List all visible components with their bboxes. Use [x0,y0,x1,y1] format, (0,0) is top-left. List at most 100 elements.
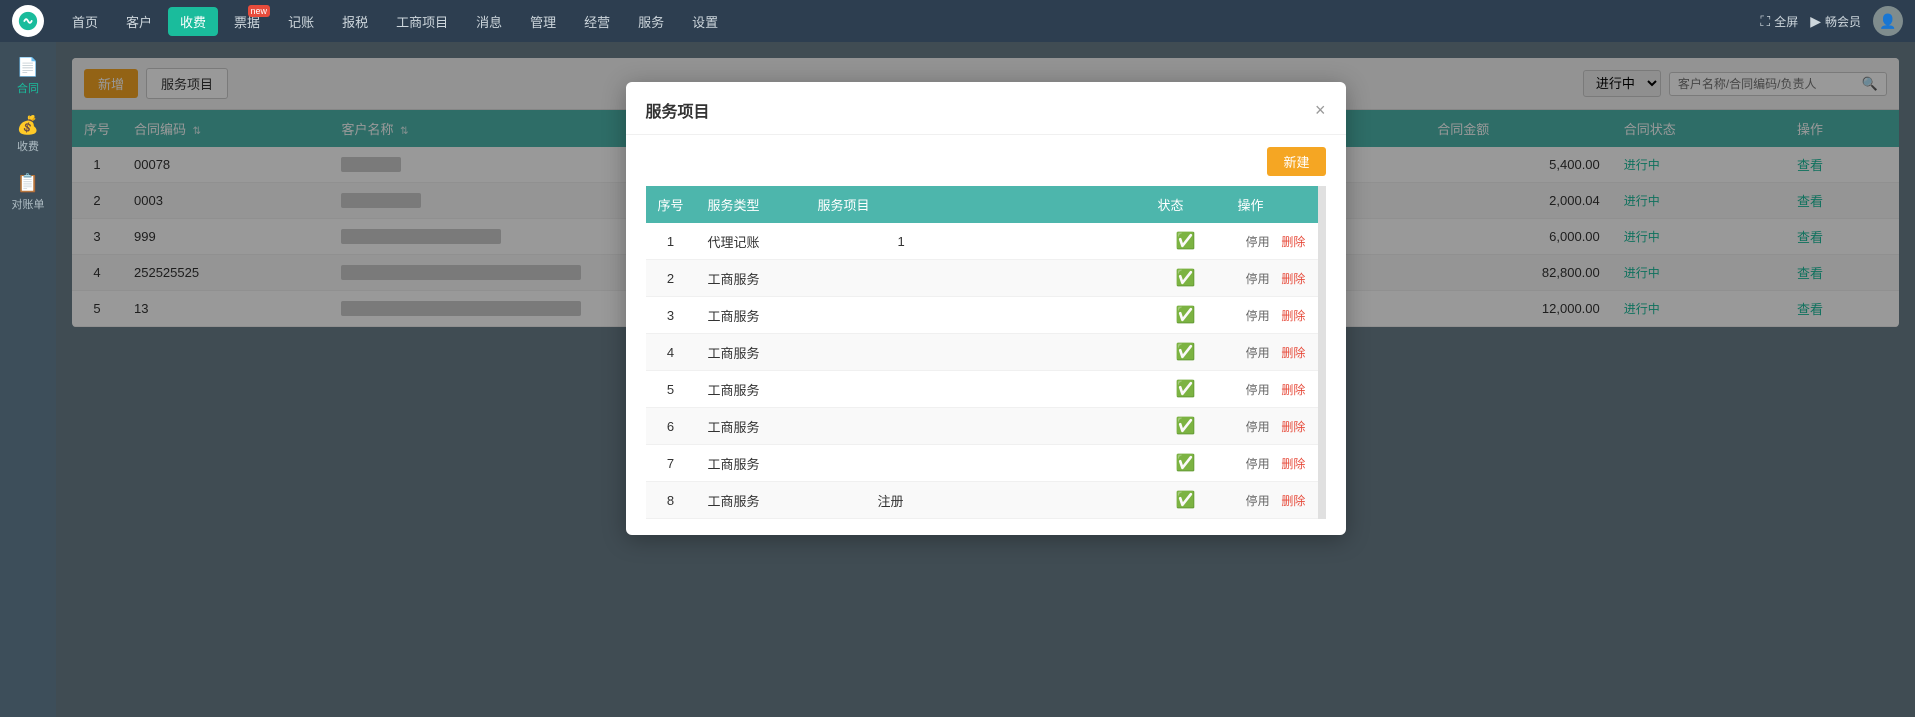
list-item: 3 工商服务 ✅ 停用 删除 [646,297,1326,334]
modal-cell-status: ✅ [1146,371,1226,408]
modal-cell-item [806,408,1146,445]
modal-cell-type: 工商服务 [696,334,806,371]
modal-cell-seq: 4 [646,334,696,371]
nav-invoice[interactable]: 票据 new [222,7,272,36]
modal-overlay[interactable]: 服务项目 × 新建 序号 服务类型 服务项目 [56,42,1915,717]
scrollbar[interactable] [1318,186,1326,519]
modal-cell-seq: 6 [646,408,696,445]
stop-button-6[interactable]: 停用 [1246,420,1270,434]
modal-cell-type: 工商服务 [696,371,806,408]
modal-cell-seq: 7 [646,445,696,482]
modal-cell-status: ✅ [1146,482,1226,519]
modal-body: 新建 序号 服务类型 服务项目 状态 操作 [626,135,1346,535]
list-item: 6 工商服务 ✅ 停用 删除 [646,408,1326,445]
sidebar-label-fee: 收费 [17,138,39,154]
nav-home[interactable]: 首页 [60,7,110,36]
modal-toolbar: 新建 [646,147,1326,176]
nav-message[interactable]: 消息 [464,7,514,36]
modal-header: 服务项目 × [626,82,1346,135]
delete-button-2[interactable]: 删除 [1281,272,1305,286]
modal-cell-ops: 停用 删除 [1226,297,1326,334]
sidebar-item-reconcile[interactable]: 📋 对账单 [3,166,53,220]
main-layout: 📄 合同 💰 收费 📋 对账单 新增 服务项目 进行中 已完成 已终止 [0,42,1915,717]
sidebar-item-contract[interactable]: 📄 合同 [3,50,53,104]
delete-button-3[interactable]: 删除 [1281,309,1305,323]
delete-button-5[interactable]: 删除 [1281,383,1305,397]
modal-cell-ops: 停用 删除 [1226,223,1326,260]
modal-col-item: 服务项目 [806,186,1146,223]
modal-table: 序号 服务类型 服务项目 状态 操作 1 代理记账 1 ✅ 停用 [646,186,1326,519]
list-item: 5 工商服务 ✅ 停用 删除 [646,371,1326,408]
modal-col-status: 状态 [1146,186,1226,223]
modal-col-type: 服务类型 [696,186,806,223]
modal-cell-item: 1 [806,223,1146,260]
delete-button-6[interactable]: 删除 [1281,420,1305,434]
modal-cell-seq: 1 [646,223,696,260]
content-area: 新增 服务项目 进行中 已完成 已终止 🔍 [56,42,1915,717]
nav-manage[interactable]: 管理 [518,7,568,36]
fullscreen-label: 全屏 [1774,13,1798,30]
reconcile-icon: 📋 [17,174,39,192]
stop-button-7[interactable]: 停用 [1246,457,1270,471]
modal-cell-ops: 停用 删除 [1226,371,1326,408]
modal-title: 服务项目 [646,98,710,122]
fullscreen-button[interactable]: ⛶ 全屏 [1760,13,1798,30]
member-button[interactable]: ▶ 畅会员 [1810,13,1861,30]
stop-button-5[interactable]: 停用 [1246,383,1270,397]
service-modal: 服务项目 × 新建 序号 服务类型 服务项目 [626,82,1346,535]
stop-button-3[interactable]: 停用 [1246,309,1270,323]
modal-col-seq: 序号 [646,186,696,223]
sidebar-item-fee[interactable]: 💰 收费 [3,108,53,162]
new-service-button[interactable]: 新建 [1267,147,1325,176]
nav-customer[interactable]: 客户 [114,7,164,36]
nav-service[interactable]: 服务 [626,7,676,36]
delete-button-7[interactable]: 删除 [1281,457,1305,471]
modal-cell-item [806,371,1146,408]
modal-cell-seq: 2 [646,260,696,297]
sidebar-label-contract: 合同 [17,80,39,96]
modal-cell-type: 工商服务 [696,408,806,445]
modal-cell-status: ✅ [1146,260,1226,297]
list-item: 8 工商服务 注册 ✅ 停用 删除 [646,482,1326,519]
modal-cell-type: 工商服务 [696,260,806,297]
modal-cell-type: 工商服务 [696,482,806,519]
modal-close-button[interactable]: × [1315,101,1326,119]
nav-bookkeeping[interactable]: 记账 [276,7,326,36]
nav-tax[interactable]: 报税 [330,7,380,36]
modal-cell-item: 注册 [806,482,1146,519]
list-item: 7 工商服务 ✅ 停用 删除 [646,445,1326,482]
modal-cell-item [806,334,1146,371]
nav-settings[interactable]: 设置 [680,7,730,36]
modal-cell-ops: 停用 删除 [1226,445,1326,482]
sidebar: 📄 合同 💰 收费 📋 对账单 [0,42,56,717]
stop-button-8[interactable]: 停用 [1246,494,1270,508]
modal-cell-item [806,260,1146,297]
modal-col-ops: 操作 [1226,186,1326,223]
avatar[interactable]: 👤 [1873,6,1903,36]
stop-button-2[interactable]: 停用 [1246,272,1270,286]
fullscreen-icon: ⛶ [1760,13,1770,30]
modal-cell-ops: 停用 删除 [1226,482,1326,519]
nav-fee[interactable]: 收费 [168,7,218,36]
modal-cell-status: ✅ [1146,223,1226,260]
modal-cell-ops: 停用 删除 [1226,408,1326,445]
member-icon: ▶ [1810,13,1821,30]
modal-cell-type: 工商服务 [696,445,806,482]
list-item: 1 代理记账 1 ✅ 停用 删除 [646,223,1326,260]
nav-business[interactable]: 工商项目 [384,7,460,36]
modal-cell-status: ✅ [1146,445,1226,482]
stop-button-4[interactable]: 停用 [1246,346,1270,360]
modal-cell-seq: 3 [646,297,696,334]
modal-cell-seq: 8 [646,482,696,519]
delete-button-8[interactable]: 删除 [1281,494,1305,508]
member-label: 畅会员 [1825,13,1861,30]
modal-cell-item [806,297,1146,334]
contract-icon: 📄 [17,58,39,76]
delete-button-1[interactable]: 删除 [1281,235,1305,249]
nav-right: ⛶ 全屏 ▶ 畅会员 👤 [1760,6,1903,36]
nav-operation[interactable]: 经营 [572,7,622,36]
modal-cell-status: ✅ [1146,408,1226,445]
modal-cell-type: 代理记账 [696,223,806,260]
delete-button-4[interactable]: 删除 [1281,346,1305,360]
stop-button-1[interactable]: 停用 [1246,235,1270,249]
